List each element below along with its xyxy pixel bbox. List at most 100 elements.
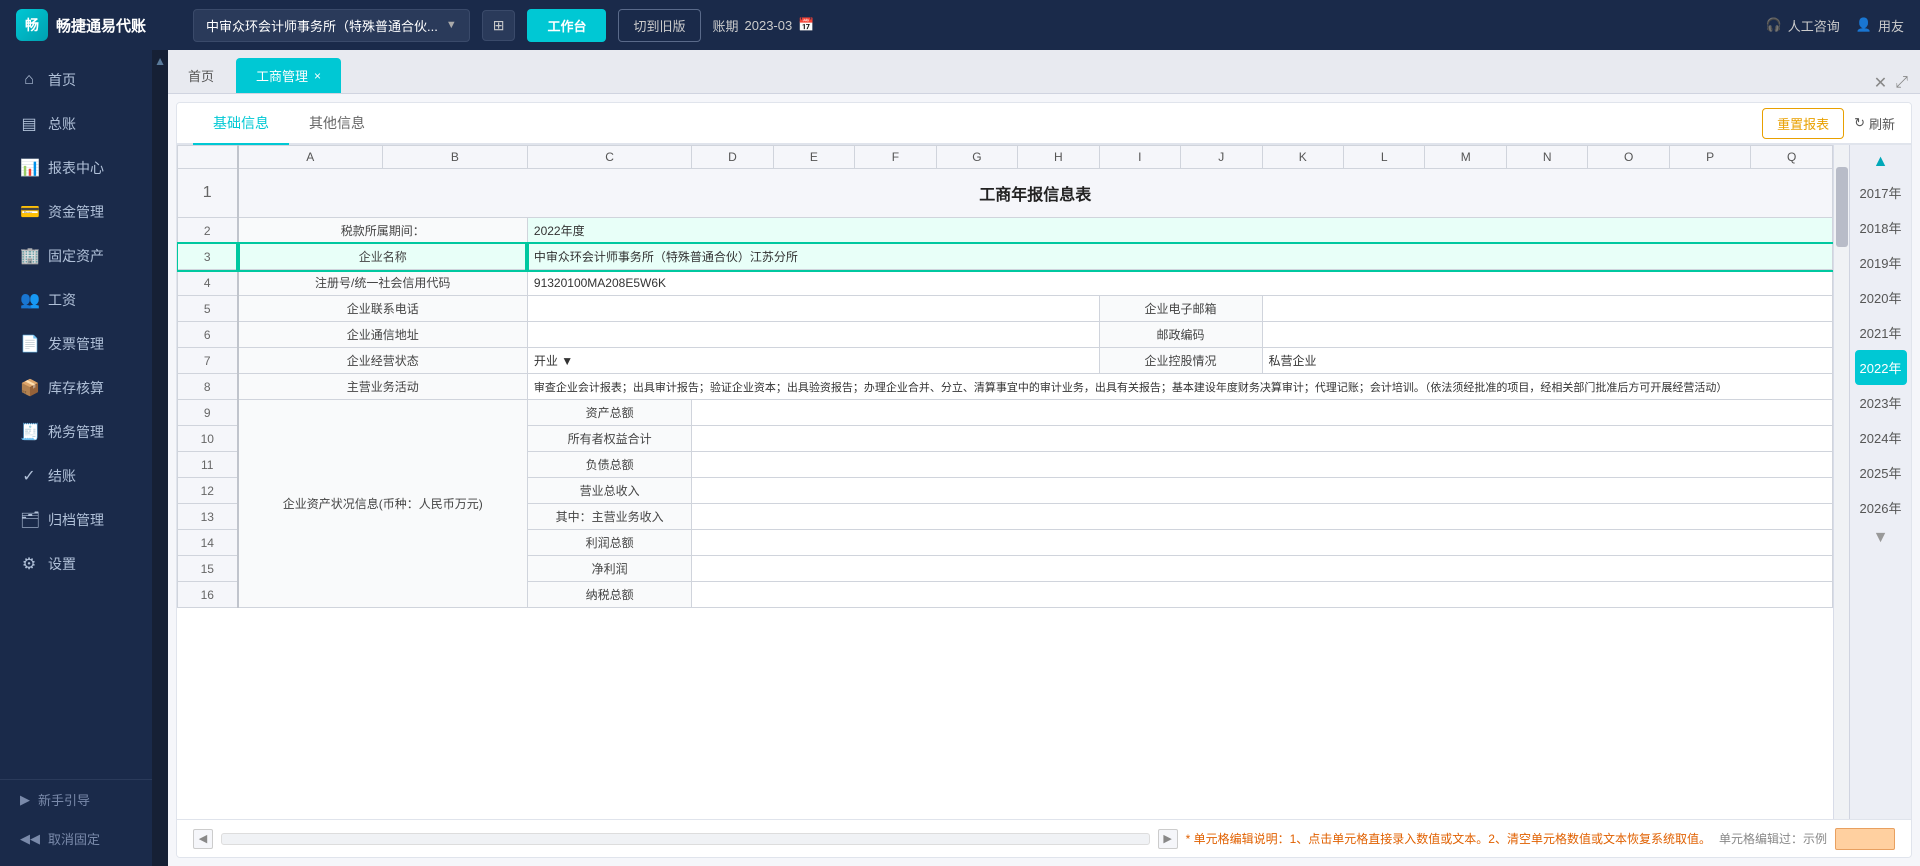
workbench-button[interactable]: 工作台	[527, 9, 606, 42]
row2-label: 税款所属期间：	[238, 218, 528, 244]
row6-addr-value[interactable]	[527, 322, 1099, 348]
row16-sub-label: 纳税总额	[527, 582, 691, 608]
calendar-icon[interactable]: 📅	[798, 17, 814, 33]
sub-tab-basic[interactable]: 基础信息	[193, 103, 289, 145]
row16-value[interactable]	[692, 582, 1833, 608]
old-version-button[interactable]: 切到旧版	[618, 9, 700, 42]
header-right: 🎧 人工咨询 👤 用友	[1766, 16, 1904, 35]
sidebar-item-salary[interactable]: 👥 工资	[0, 278, 168, 322]
headset-icon: 🎧	[1766, 17, 1782, 33]
sidebar-label-settings: 设置	[48, 554, 76, 574]
cell-edit-example-box	[1835, 828, 1895, 850]
row-num-15: 15	[178, 556, 238, 582]
row5-email-value[interactable]	[1262, 296, 1832, 322]
sidebar-footer-guide[interactable]: ▶ 新手引导	[0, 780, 168, 819]
row6-postal-value[interactable]	[1262, 322, 1832, 348]
v-scrollbar[interactable]	[1833, 145, 1849, 819]
row3-label: 企业名称	[238, 244, 528, 270]
sidebar-item-fund[interactable]: 💳 资金管理	[0, 190, 168, 234]
company-selector[interactable]: 中审众环会计师事务所（特殊普通合伙... ▼	[193, 9, 470, 42]
year-panel: ▲ 2017年 2018年 2019年 2020年 2021年 2022年 20…	[1849, 145, 1911, 819]
row-num-7: 7	[178, 348, 238, 374]
col-header-j: J	[1181, 146, 1262, 169]
user-area[interactable]: 👤 用友	[1856, 16, 1904, 35]
year-item-2023[interactable]: 2023年	[1855, 385, 1907, 420]
settings-icon: ⚙	[20, 554, 38, 574]
year-item-2024[interactable]: 2024年	[1855, 420, 1907, 455]
row-num-5: 5	[178, 296, 238, 322]
invoice-icon: 📄	[20, 334, 38, 354]
sidebar-item-settlement[interactable]: ✓ 结账	[0, 454, 168, 498]
row13-sub-label: 其中：主营业务收入	[527, 504, 691, 530]
row9-value[interactable]	[692, 400, 1833, 426]
year-item-2022[interactable]: 2022年	[1855, 350, 1907, 385]
year-up-button[interactable]: ▲	[1869, 149, 1893, 175]
expand-icon[interactable]: ⤢	[1895, 74, 1908, 92]
refresh-button[interactable]: ↻ 刷新	[1854, 114, 1895, 133]
spreadsheet-wrapper[interactable]: A B C D E F G H I J K L	[177, 145, 1833, 819]
sidebar-item-archive[interactable]: 🗂 归档管理	[0, 498, 168, 542]
sidebar-item-inventory[interactable]: 📦 库存核算	[0, 366, 168, 410]
sidebar-item-home[interactable]: ⌂ 首页	[0, 58, 168, 102]
year-down-button[interactable]: ▼	[1869, 525, 1893, 551]
sidebar-up-arrow[interactable]: ▲	[150, 50, 170, 72]
row6-label: 企业通信地址	[238, 322, 528, 348]
sidebar-label-home: 首页	[48, 70, 76, 90]
spreadsheet-table: A B C D E F G H I J K L	[177, 145, 1833, 608]
sidebar-item-tax[interactable]: 🧾 税务管理	[0, 410, 168, 454]
sidebar: ▲ ⌂ 首页 ▤ 总账 📊 报表中心 💳 资金管理 🏢 固定资产 👥 工资 📄 …	[0, 50, 168, 866]
horizontal-scrollbar[interactable]	[221, 833, 1150, 845]
cell-edit-hint: * 单元格编辑说明：1、点击单元格直接录入数值或文本。2、清空单元格数值或文本恢…	[1186, 830, 1711, 847]
cell-edit-example-label: 单元格编辑过：示例	[1719, 830, 1827, 847]
sidebar-item-report[interactable]: 📊 报表中心	[0, 146, 168, 190]
year-item-2026[interactable]: 2026年	[1855, 490, 1907, 525]
v-scroll-thumb[interactable]	[1836, 167, 1848, 247]
tab-business-label: 工商管理	[256, 66, 308, 85]
reset-report-button[interactable]: 重置报表	[1762, 108, 1844, 139]
tab-home[interactable]: 首页	[168, 58, 234, 93]
col-header-m: M	[1425, 146, 1506, 169]
row13-value[interactable]	[692, 504, 1833, 530]
row7-control-value[interactable]: 私营企业	[1262, 348, 1832, 374]
close-tab-icon[interactable]: ✕	[1874, 73, 1887, 93]
app-name: 畅捷通易代账	[56, 15, 146, 36]
year-item-2025[interactable]: 2025年	[1855, 455, 1907, 490]
year-item-2020[interactable]: 2020年	[1855, 280, 1907, 315]
sidebar-item-invoice[interactable]: 📄 发票管理	[0, 322, 168, 366]
col-header-o: O	[1588, 146, 1669, 169]
scroll-left-button[interactable]: ◀	[193, 829, 213, 849]
year-item-2021[interactable]: 2021年	[1855, 315, 1907, 350]
row-8: 8 主营业务活动 审查企业会计报表；出具审计报告；验证企业资本；出具验资报告；办…	[178, 374, 1833, 400]
sidebar-item-assets[interactable]: 🏢 固定资产	[0, 234, 168, 278]
sidebar-label-salary: 工资	[48, 290, 76, 310]
row10-value[interactable]	[692, 426, 1833, 452]
company-name: 中审众环会计师事务所（特殊普通合伙...	[206, 16, 438, 35]
row14-value[interactable]	[692, 530, 1833, 556]
sidebar-item-settings[interactable]: ⚙ 设置	[0, 542, 168, 586]
row5-phone-value[interactable]	[527, 296, 1099, 322]
scroll-right-button[interactable]: ▶	[1158, 829, 1178, 849]
sidebar-item-ledger[interactable]: ▤ 总账	[0, 102, 168, 146]
company-icon-btn[interactable]: ⊞	[482, 10, 516, 41]
col-header-i: I	[1099, 146, 1180, 169]
year-item-2019[interactable]: 2019年	[1855, 245, 1907, 280]
row-num-11: 11	[178, 452, 238, 478]
row3-value[interactable]: 中审众环会计师事务所（特殊普通合伙）江苏分所	[527, 244, 1832, 270]
tax-icon: 🧾	[20, 422, 38, 442]
row2-value[interactable]: 2022年度	[527, 218, 1832, 244]
row4-value[interactable]: 91320100MA208E5W6K	[527, 270, 1832, 296]
row7-label: 企业经营状态	[238, 348, 528, 374]
row-num-9: 9	[178, 400, 238, 426]
year-item-2018[interactable]: 2018年	[1855, 210, 1907, 245]
tab-close-icon[interactable]: ×	[314, 69, 321, 83]
tab-business[interactable]: 工商管理 ×	[236, 58, 341, 93]
consult-button[interactable]: 🎧 人工咨询	[1766, 16, 1840, 35]
row12-value[interactable]	[692, 478, 1833, 504]
year-item-2017[interactable]: 2017年	[1855, 175, 1907, 210]
sub-tab-other[interactable]: 其他信息	[289, 103, 385, 145]
row11-value[interactable]	[692, 452, 1833, 478]
row7-status-value[interactable]: 开业 ▼	[527, 348, 1099, 374]
row8-value[interactable]: 审查企业会计报表；出具审计报告；验证企业资本；出具验资报告；办理企业合并、分立、…	[527, 374, 1832, 400]
row15-value[interactable]	[692, 556, 1833, 582]
sidebar-footer-unpin[interactable]: ◀◀ 取消固定	[0, 819, 168, 858]
